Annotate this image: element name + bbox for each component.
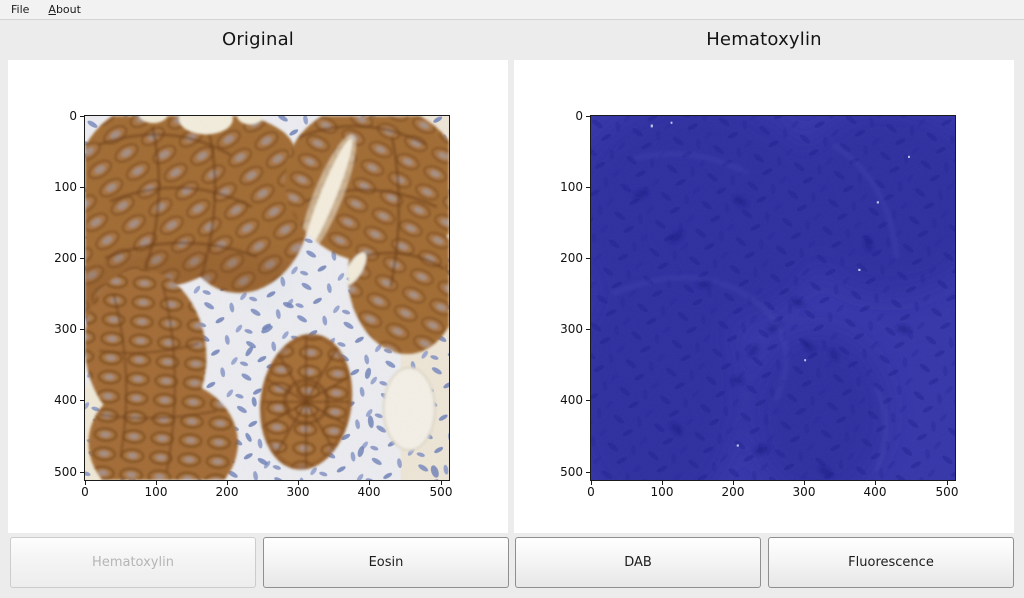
- y-tick-mark: [586, 116, 590, 117]
- menu-bar: File About: [0, 0, 1024, 20]
- y-tick-label: 300: [54, 322, 77, 336]
- y-tick-mark: [80, 400, 84, 401]
- y-tick-label: 500: [54, 465, 77, 479]
- y-tick-label: 400: [560, 393, 583, 407]
- figure-panel-original: 0 100 200 300 400 500 0 100 200 300 400 …: [8, 60, 508, 533]
- y-tick-mark: [80, 329, 84, 330]
- y-tick-mark: [586, 258, 590, 259]
- y-tick-mark: [586, 400, 590, 401]
- y-tick-label: 500: [560, 465, 583, 479]
- y-tick-label: 100: [560, 180, 583, 194]
- y-tick-label: 200: [560, 251, 583, 265]
- y-tick-mark: [586, 472, 590, 473]
- original-histology-image: [85, 116, 449, 480]
- y-tick-label: 0: [69, 109, 77, 123]
- y-tick-label: 300: [560, 322, 583, 336]
- y-tick-mark: [80, 187, 84, 188]
- x-tick-label: 200: [215, 485, 239, 499]
- menu-about-accel: A: [48, 3, 56, 16]
- hematoxylin-plot-area: 0 100 200 300 400 500 0 100 200 300 400 …: [560, 109, 958, 499]
- y-tick-mark: [586, 329, 590, 330]
- x-tick-label: 500: [935, 485, 959, 499]
- x-tick-label: 100: [650, 485, 674, 499]
- y-tick-mark: [80, 472, 84, 473]
- eosin-button[interactable]: Eosin: [263, 537, 509, 588]
- menu-about[interactable]: About: [48, 3, 81, 16]
- menu-file[interactable]: File: [11, 3, 29, 16]
- figure-title-original: Original: [221, 29, 295, 50]
- y-tick-mark: [80, 258, 84, 259]
- x-tick-label: 0: [81, 485, 89, 499]
- x-tick-label: 400: [357, 485, 381, 499]
- x-tick-label: 400: [863, 485, 887, 499]
- y-tick-mark: [586, 187, 590, 188]
- y-tick-mark: [80, 116, 84, 117]
- x-tick-label: 300: [286, 485, 310, 499]
- figure-title-hematoxylin: Hematoxylin: [706, 29, 822, 50]
- y-tick-label: 100: [54, 180, 77, 194]
- x-tick-label: 200: [721, 485, 745, 499]
- y-tick-label: 200: [54, 251, 77, 265]
- hematoxylin-channel-image: [591, 116, 955, 480]
- hematoxylin-button[interactable]: Hematoxylin: [10, 537, 256, 588]
- original-plot-area: 0 100 200 300 400 500 0 100 200 300 400 …: [54, 109, 452, 499]
- y-tick-label: 400: [54, 393, 77, 407]
- figure-panel-hematoxylin: 0 100 200 300 400 500 0 100 200 300 400 …: [514, 60, 1014, 533]
- x-tick-label: 100: [144, 485, 168, 499]
- fluorescence-button[interactable]: Fluorescence: [768, 537, 1014, 588]
- dab-button[interactable]: DAB: [515, 537, 761, 588]
- x-tick-label: 0: [587, 485, 595, 499]
- x-tick-label: 500: [429, 485, 453, 499]
- y-tick-label: 0: [575, 109, 583, 123]
- menu-about-rest: bout: [55, 3, 81, 16]
- x-tick-label: 300: [792, 485, 816, 499]
